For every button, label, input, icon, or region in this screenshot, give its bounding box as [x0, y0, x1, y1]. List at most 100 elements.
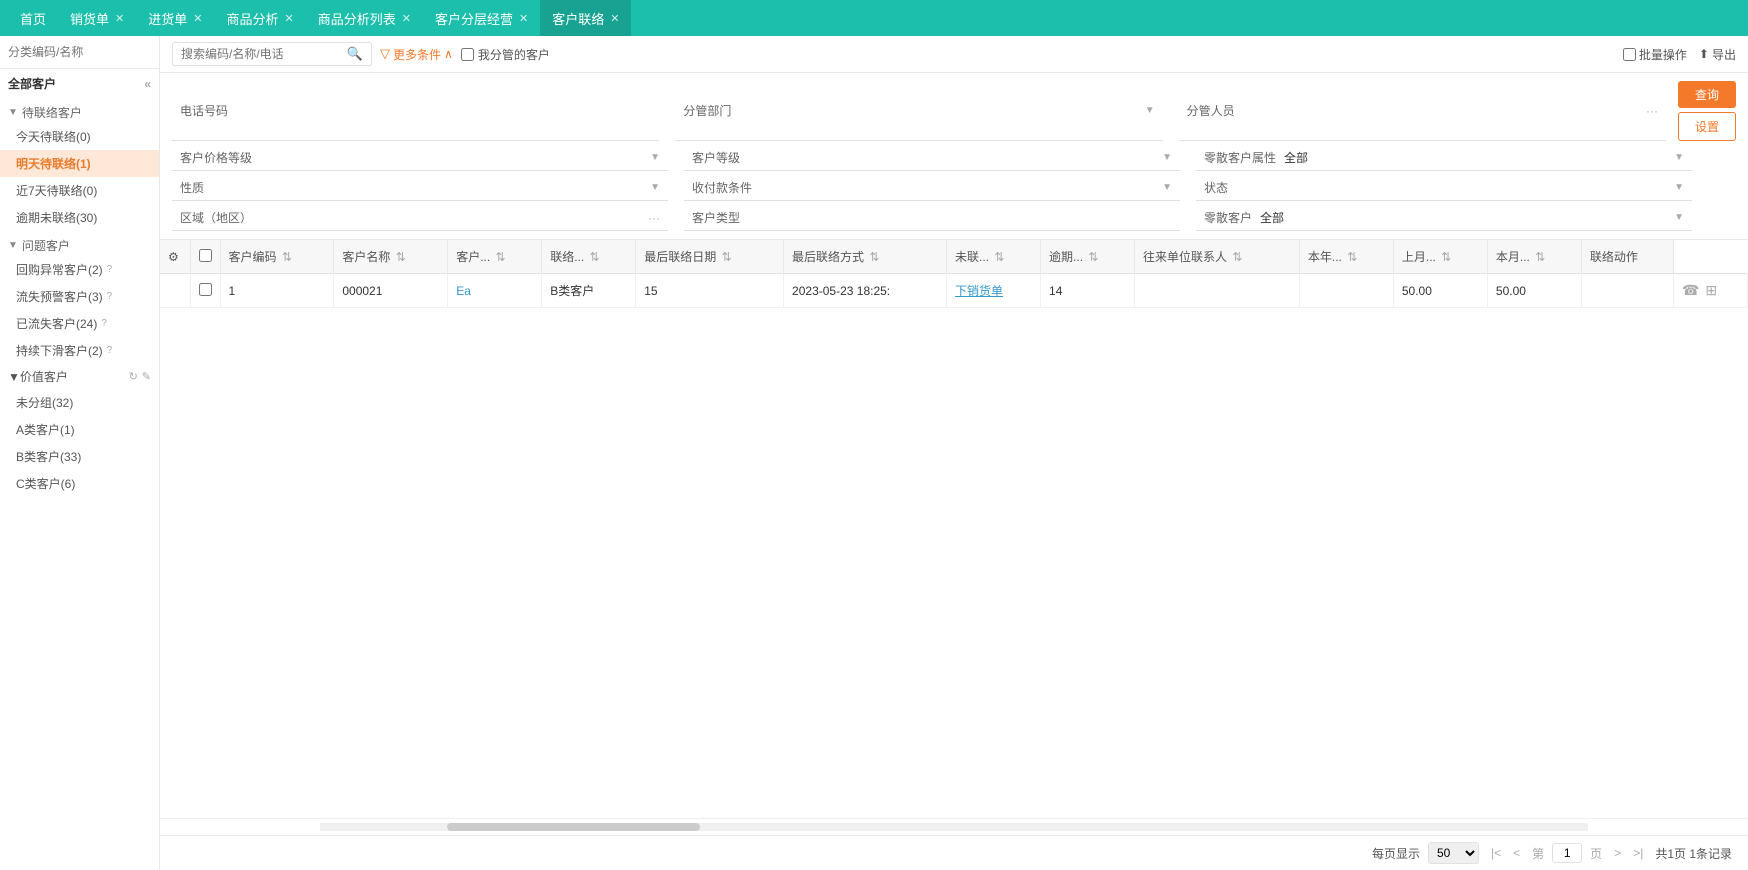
- contact-person-col-header[interactable]: 往来单位联系人 ⇅: [1135, 240, 1300, 274]
- my-customers-checkbox[interactable]: 我分管的客户: [461, 46, 550, 63]
- code-col-header[interactable]: 客户编码 ⇅: [220, 240, 334, 274]
- name-cell[interactable]: Ea: [448, 274, 542, 308]
- total-records: 共1页 1条记录: [1655, 845, 1732, 862]
- last-contact-method-col-header[interactable]: 最后联络方式 ⇅: [784, 240, 947, 274]
- page-number-input[interactable]: [1552, 843, 1582, 863]
- nav-purchase-order[interactable]: 进货单 ✕: [136, 0, 214, 36]
- name-col-header[interactable]: 客户名称 ⇅: [334, 240, 448, 274]
- customer-type-label: 客户类型: [692, 209, 752, 226]
- nav-home[interactable]: 首页: [8, 0, 58, 36]
- chevron-down-icon[interactable]: ▼: [1162, 182, 1172, 193]
- last-contact-date-col-header[interactable]: 最后联络日期 ⇅: [636, 240, 784, 274]
- this-month-col-header[interactable]: 本月... ⇅: [1487, 240, 1581, 274]
- export-icon: ⬆: [1699, 47, 1709, 61]
- last-month-col-header[interactable]: 上月... ⇅: [1393, 240, 1487, 274]
- type-col-header[interactable]: 客户... ⇅: [448, 240, 542, 274]
- collapse-icon[interactable]: «: [144, 77, 151, 91]
- sort-icon: ⇅: [994, 250, 1004, 264]
- more-conditions-button[interactable]: ▽ 更多条件 ∧: [380, 46, 453, 63]
- refresh-icon[interactable]: ↻: [129, 370, 138, 383]
- year-amount-col-header[interactable]: 本年... ⇅: [1299, 240, 1393, 274]
- dots-icon[interactable]: ···: [648, 211, 660, 225]
- sidebar-item-a-customers[interactable]: A类客户(1): [0, 416, 159, 443]
- checkbox-cell[interactable]: [190, 274, 220, 308]
- action-cell[interactable]: ☎ ⊞: [1673, 274, 1747, 308]
- horizontal-scrollbar[interactable]: [320, 823, 1588, 831]
- sidebar-search-container: 🔍: [0, 36, 159, 69]
- nature-label: 性质: [180, 179, 250, 196]
- contacts-col-header[interactable]: 联络... ⇅: [542, 240, 636, 274]
- nav-customer-segmentation[interactable]: 客户分层经营 ✕: [423, 0, 540, 36]
- pending-group-title: ▼ 待联络客户: [0, 98, 159, 123]
- sidebar-item-overdue-contact[interactable]: 逾期未联络(30): [0, 204, 159, 231]
- chevron-down-icon[interactable]: ▼: [1674, 152, 1684, 163]
- code-cell: 000021: [334, 274, 448, 308]
- sort-icon: ⇅: [1088, 250, 1098, 264]
- first-page-button[interactable]: |<: [1487, 844, 1505, 862]
- nav-product-analysis-list[interactable]: 商品分析列表 ✕: [306, 0, 423, 36]
- sidebar-item-tomorrow-contact[interactable]: 明天待联络(1): [0, 150, 159, 177]
- my-customers-check[interactable]: [461, 48, 474, 61]
- search-input[interactable]: [181, 47, 347, 61]
- close-icon[interactable]: ✕: [115, 12, 124, 25]
- nav-sales-order[interactable]: 销货单 ✕: [58, 0, 136, 36]
- all-customers-header[interactable]: 全部客户 «: [0, 69, 159, 98]
- chevron-down-icon[interactable]: ▼: [1145, 105, 1155, 116]
- edit-icon[interactable]: ✎: [142, 370, 151, 383]
- last-contact-method-cell[interactable]: 下销货单: [947, 274, 1041, 308]
- last-page-button[interactable]: >|: [1629, 844, 1647, 862]
- query-button[interactable]: 查询: [1678, 81, 1736, 108]
- filter-icon: ▽: [380, 46, 390, 62]
- settings-col-header[interactable]: ⚙: [160, 240, 190, 274]
- prev-page-button[interactable]: <: [1509, 844, 1524, 862]
- per-page-select[interactable]: 50 100 200: [1428, 842, 1479, 864]
- no-contact-col-header[interactable]: 未联... ⇅: [947, 240, 1041, 274]
- sidebar-item-churn-warning[interactable]: 流失预警客户(3) ?: [0, 283, 159, 310]
- chevron-down-icon[interactable]: ▼: [1674, 212, 1684, 223]
- close-icon[interactable]: ✕: [193, 12, 202, 25]
- sidebar-item-7days-contact[interactable]: 近7天待联络(0): [0, 177, 159, 204]
- sort-icon: ⇅: [1347, 250, 1357, 264]
- advanced-filter-panel: 电话号码 分管部门 ▼ 分管人员 ···: [160, 73, 1748, 240]
- close-icon[interactable]: ✕: [402, 12, 411, 25]
- export-button[interactable]: ⬆ 导出: [1699, 46, 1736, 63]
- grid-action-icon[interactable]: ⊞: [1705, 282, 1717, 299]
- sort-icon: ⇅: [282, 250, 292, 264]
- row-no-cell: 1: [220, 274, 334, 308]
- chevron-down-icon[interactable]: ▼: [1162, 152, 1172, 163]
- sidebar-item-declining[interactable]: 持续下滑客户(2) ?: [0, 337, 159, 364]
- content-area: 🔍 ▽ 更多条件 ∧ 我分管的客户 批量操作 ⬆ 导出: [160, 36, 1748, 870]
- sidebar-item-churned[interactable]: 已流失客户(24) ?: [0, 310, 159, 337]
- chevron-down-icon[interactable]: ▼: [1674, 182, 1684, 193]
- sidebar-item-c-customers[interactable]: C类客户(6): [0, 470, 159, 497]
- set-button[interactable]: 设置: [1678, 112, 1736, 141]
- row-checkbox[interactable]: [199, 283, 212, 296]
- dots-icon[interactable]: ···: [1646, 104, 1658, 118]
- batch-operation-button[interactable]: 批量操作: [1623, 46, 1687, 63]
- arrow-down-icon: ▼: [8, 370, 20, 384]
- sidebar-item-today-contact[interactable]: 今天待联络(0): [0, 123, 159, 150]
- overdue-col-header[interactable]: 逾期... ⇅: [1041, 240, 1135, 274]
- region-label: 区域（地区）: [180, 209, 252, 226]
- batch-check[interactable]: [1623, 48, 1636, 61]
- close-icon[interactable]: ✕: [285, 12, 294, 25]
- next-page-button[interactable]: >: [1610, 844, 1625, 862]
- dept-label: 分管部门: [683, 102, 753, 119]
- arrow-down-icon: ▼: [8, 107, 18, 118]
- sidebar-item-b-customers[interactable]: B类客户(33): [0, 443, 159, 470]
- sidebar-item-repurchase-abnormal[interactable]: 回购异常客户(2) ?: [0, 256, 159, 283]
- nav-product-analysis[interactable]: 商品分析 ✕: [214, 0, 305, 36]
- select-all-checkbox[interactable]: [199, 249, 212, 262]
- close-icon[interactable]: ✕: [610, 12, 619, 25]
- sidebar-item-ungrouped[interactable]: 未分组(32): [0, 389, 159, 416]
- settings-cell: [160, 274, 190, 308]
- action-col-header: 联络动作: [1581, 240, 1673, 274]
- sidebar-search-input[interactable]: [8, 45, 160, 59]
- close-icon[interactable]: ✕: [519, 12, 528, 25]
- nav-customer-contact[interactable]: 客户联络 ✕: [540, 0, 631, 36]
- search-icon[interactable]: 🔍: [347, 46, 363, 62]
- chevron-down-icon[interactable]: ▼: [650, 152, 660, 163]
- chevron-down-icon[interactable]: ▼: [650, 182, 660, 193]
- checkbox-col-header[interactable]: [190, 240, 220, 274]
- phone-action-icon[interactable]: ☎: [1682, 282, 1699, 299]
